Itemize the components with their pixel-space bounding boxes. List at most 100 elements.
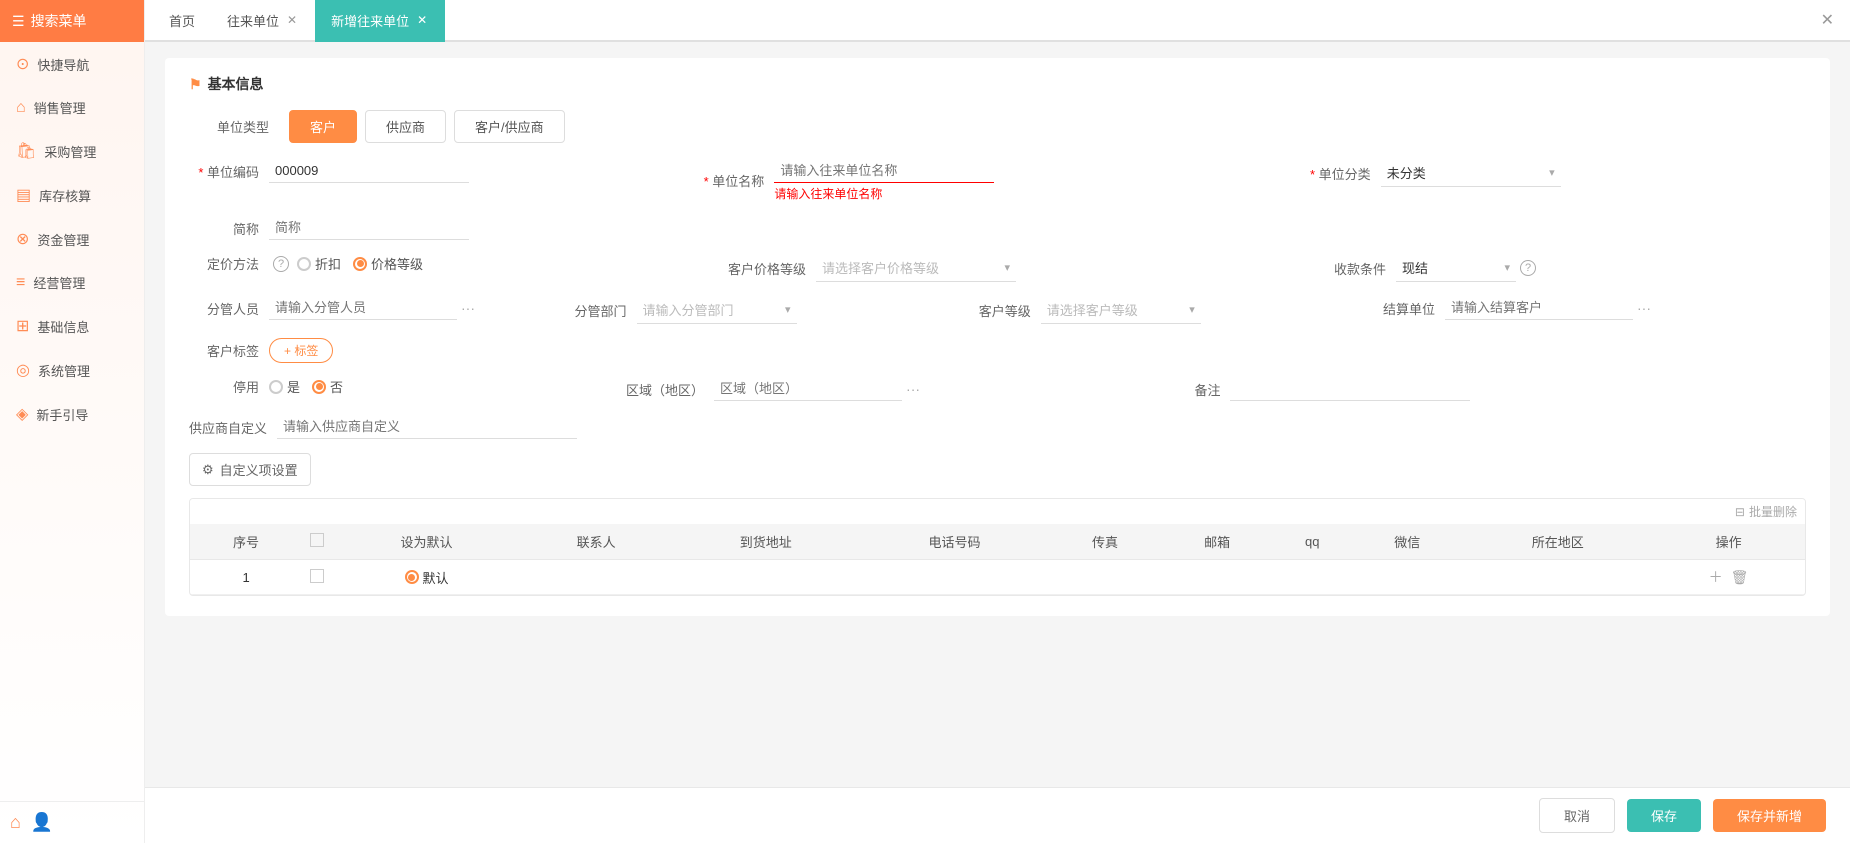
contact-data-table: 序号设为默认联系人到货地址电话号码传真邮箱qq微信所在地区操作 1 默认 ＋ 🗑 xyxy=(190,524,1805,595)
field-manager: 分管人员 ··· xyxy=(189,296,557,320)
payment-help-icon[interactable]: ? xyxy=(1520,260,1536,276)
customer-price-select[interactable]: 请选择客户价格等级 ▾ xyxy=(816,254,1016,282)
field-payment: 收款条件 现结 ▾ ? xyxy=(1316,254,1806,282)
select-all-checkbox[interactable] xyxy=(310,533,324,547)
disabled-label: 停用 xyxy=(189,377,269,396)
save-new-button[interactable]: 保存并新增 xyxy=(1713,799,1826,832)
user-icon[interactable]: 👤 xyxy=(31,812,53,833)
disabled-circle-yes xyxy=(269,380,283,394)
content-area: ⚑ 基本信息 单位类型 客户供应商客户/供应商 单位编码 单位名称 请输入往 xyxy=(145,42,1850,787)
col-header-4: 到货地址 xyxy=(671,524,860,560)
customer-level-label: 客户等级 xyxy=(961,301,1041,320)
col-header-9: 微信 xyxy=(1351,524,1463,560)
table-row: 1 默认 ＋ 🗑 xyxy=(190,560,1805,595)
contact-table: ⊟ 批量删除 序号设为默认联系人到货地址电话号码传真邮箱qq微信所在地区操作 1… xyxy=(189,498,1806,596)
close-tab-new-partner[interactable]: ✕ xyxy=(415,11,429,29)
row-code-name-category: 单位编码 单位名称 请输入往来单位名称 单位分类 未分类 ▾ xyxy=(189,159,1806,202)
field-customer-price: 客户价格等级 请选择客户价格等级 ▾ xyxy=(728,254,1316,282)
region-more-icon[interactable]: ··· xyxy=(902,381,924,397)
pricing-radio-price-level[interactable]: 价格等级 xyxy=(353,254,423,273)
settlement-label: 结算单位 xyxy=(1365,299,1445,318)
default-radio[interactable] xyxy=(405,570,419,584)
type-btn-both[interactable]: 客户/供应商 xyxy=(454,110,565,143)
remarks-input[interactable] xyxy=(1230,377,1470,401)
cancel-button[interactable]: 取消 xyxy=(1539,798,1615,833)
tag-label: 客户标签 xyxy=(189,341,269,360)
search-icon: ☰ xyxy=(12,13,25,30)
sidebar-label-quick-nav: 快捷导航 xyxy=(37,55,89,74)
short-name-input[interactable] xyxy=(269,216,469,240)
supplier-custom-label: 供应商自定义 xyxy=(189,418,277,437)
row-checkbox-cell[interactable] xyxy=(302,560,332,595)
row-short-name: 简称 xyxy=(189,216,1806,240)
name-input[interactable] xyxy=(774,159,994,183)
row-default[interactable]: 默认 xyxy=(332,560,521,595)
col-header-0: 序号 xyxy=(190,524,302,560)
batch-delete-icon: ⊟ xyxy=(1735,505,1745,519)
sidebar-item-operations[interactable]: ≡经营管理 xyxy=(0,261,144,304)
sidebar-item-quick-nav[interactable]: ⊙快捷导航 xyxy=(0,42,144,86)
pricing-radio-discount[interactable]: 折扣 xyxy=(297,254,341,273)
row-address xyxy=(671,560,860,595)
manager-more-icon[interactable]: ··· xyxy=(457,300,479,316)
sidebar-search[interactable]: ☰ 搜索菜单 xyxy=(0,0,144,42)
add-row-icon[interactable]: ＋ xyxy=(1709,567,1723,587)
settlement-more-icon[interactable]: ··· xyxy=(1633,300,1655,316)
sidebar-label-system: 系统管理 xyxy=(38,361,90,380)
payment-label: 收款条件 xyxy=(1316,259,1396,278)
sidebar-item-sales[interactable]: ⌂销售管理 xyxy=(0,86,144,129)
type-btn-supplier[interactable]: 供应商 xyxy=(365,110,446,143)
row-manager: 分管人员 ··· 分管部门 请输入分管部门 ▾ 客户等级 请选择客户等级 ▾ xyxy=(189,296,1806,324)
type-btn-customer[interactable]: 客户 xyxy=(289,110,357,143)
radio-circle-discount xyxy=(297,257,311,271)
tab-new-partner[interactable]: 新增往来单位✕ xyxy=(315,0,445,42)
sidebar-item-guide[interactable]: ◈新手引导 xyxy=(0,392,144,436)
system-icon: ◎ xyxy=(16,360,30,380)
customer-price-label: 客户价格等级 xyxy=(728,259,816,278)
disabled-radio-yes[interactable]: 是 xyxy=(269,377,300,396)
customer-price-chevron-icon: ▾ xyxy=(1004,261,1010,274)
batch-delete-button[interactable]: ⊟ 批量删除 xyxy=(1735,503,1797,520)
settlement-input[interactable] xyxy=(1445,296,1633,320)
basic-info-icon: ⊞ xyxy=(16,316,29,336)
field-disabled: 停用 是否 xyxy=(189,377,626,396)
sidebar-item-basic-info[interactable]: ⊞基础信息 xyxy=(0,304,144,348)
row-tags: 客户标签 + 标签 xyxy=(189,338,1806,363)
flag-icon: ⚑ xyxy=(189,76,202,93)
manager-label: 分管人员 xyxy=(189,299,269,318)
row-disabled-region: 停用 是否 区域（地区） ··· 备注 xyxy=(189,377,1806,401)
pricing-help-icon[interactable]: ? xyxy=(273,256,289,272)
payment-select[interactable]: 现结 ▾ xyxy=(1396,254,1516,282)
manager-input[interactable] xyxy=(269,296,457,320)
category-select[interactable]: 未分类 ▾ xyxy=(1381,159,1561,187)
tab-partner-list[interactable]: 往来单位✕ xyxy=(211,0,315,42)
row-index: 1 xyxy=(190,560,302,595)
custom-settings-button[interactable]: ⚙ 自定义项设置 xyxy=(189,453,311,486)
home-icon[interactable]: ⌂ xyxy=(10,812,21,833)
row-checkbox[interactable] xyxy=(310,569,324,583)
sidebar-item-system[interactable]: ◎ 系统管理 xyxy=(0,348,144,392)
save-button[interactable]: 保存 xyxy=(1627,799,1701,832)
guide-icon: ◈ xyxy=(16,404,28,424)
disabled-radio-no[interactable]: 否 xyxy=(312,377,343,396)
field-dept: 分管部门 请输入分管部门 ▾ xyxy=(557,296,961,324)
tab-home[interactable]: 首页 xyxy=(153,0,211,42)
col-header-10: 所在地区 xyxy=(1463,524,1652,560)
region-input[interactable] xyxy=(714,377,902,401)
code-input[interactable] xyxy=(269,159,469,183)
sidebar-item-inventory[interactable]: ▤库存核算 xyxy=(0,173,144,217)
delete-row-icon[interactable]: 🗑 xyxy=(1731,569,1749,586)
customer-level-select[interactable]: 请选择客户等级 ▾ xyxy=(1041,296,1201,324)
sidebar-item-finance[interactable]: ⊗资金管理 xyxy=(0,217,144,261)
dept-select[interactable]: 请输入分管部门 ▾ xyxy=(637,296,797,324)
sidebar-item-purchase[interactable]: 🛍采购管理 xyxy=(0,129,144,173)
field-tags: 客户标签 + 标签 xyxy=(189,338,1806,363)
supplier-custom-input[interactable] xyxy=(277,415,577,439)
section-title: ⚑ 基本信息 xyxy=(189,74,1806,94)
field-name: 单位名称 请输入往来单位名称 xyxy=(694,159,1300,202)
row-pricing: 定价方法 ? 折扣价格等级 客户价格等级 请选择客户价格等级 ▾ 收款条件 现结… xyxy=(189,254,1806,282)
row-email xyxy=(1161,560,1273,595)
add-tag-button[interactable]: + 标签 xyxy=(269,338,333,363)
close-tab-partner-list[interactable]: ✕ xyxy=(285,11,299,29)
close-window-button[interactable]: ✕ xyxy=(1813,10,1842,30)
